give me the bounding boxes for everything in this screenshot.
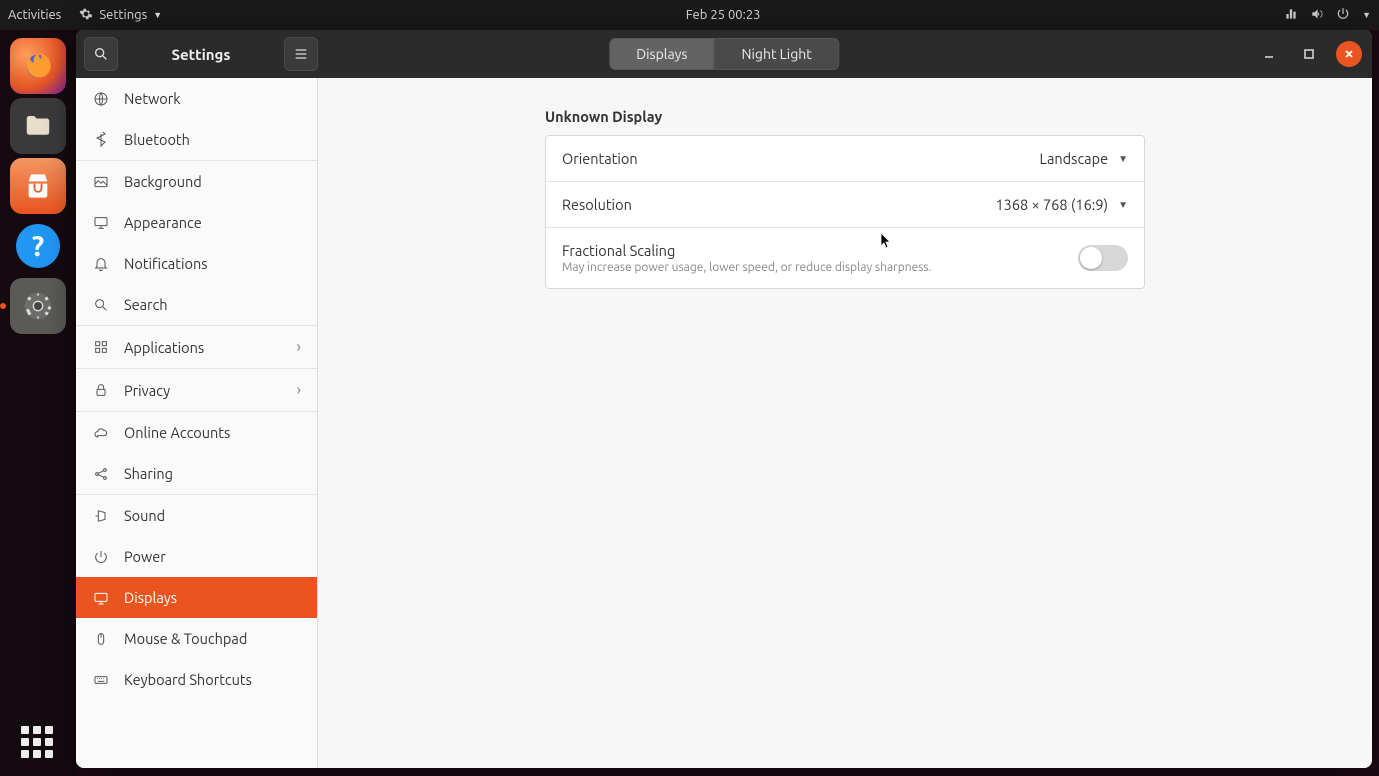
sidebar-item-label: Keyboard Shortcuts (124, 671, 252, 688)
sidebar-item-keyboard[interactable]: Keyboard Shortcuts (76, 659, 317, 700)
sidebar-item-power[interactable]: Power (76, 536, 317, 577)
globe-icon (92, 91, 110, 107)
sidebar-item-mouse[interactable]: Mouse & Touchpad (76, 618, 317, 659)
sidebar-item-label: Sound (124, 507, 165, 524)
tab-night-light[interactable]: Night Light (715, 38, 839, 70)
sidebar-item-label: Search (124, 296, 168, 313)
mouse-icon (92, 631, 110, 647)
search-button[interactable] (84, 37, 118, 71)
bell-icon (92, 256, 110, 272)
sidebar-item-search[interactable]: Search (76, 284, 317, 326)
view-switcher: Displays Night Light (609, 38, 839, 70)
app-menu-label: Settings (99, 8, 147, 22)
fractional-scaling-description: May increase power usage, lower speed, o… (562, 261, 932, 274)
tab-displays[interactable]: Displays (609, 38, 714, 70)
close-button[interactable] (1336, 41, 1362, 67)
power-icon (92, 549, 110, 565)
resolution-label: Resolution (562, 196, 632, 213)
displays-icon (92, 590, 110, 606)
sidebar-item-displays[interactable]: Displays (76, 577, 317, 618)
svg-text:?: ? (32, 231, 44, 262)
background-icon (92, 174, 110, 190)
clock[interactable]: Feb 25 00:23 (162, 8, 1284, 22)
menu-button[interactable] (284, 37, 318, 71)
sidebar-item-label: Network (124, 90, 181, 107)
fractional-scaling-row: Fractional Scaling May increase power us… (546, 228, 1144, 288)
sidebar-item-privacy[interactable]: Privacy › (76, 369, 317, 412)
sidebar-item-label: Notifications (124, 255, 208, 272)
orientation-row[interactable]: Orientation Landscape ▼ (546, 136, 1144, 182)
chevron-down-icon: ▼ (153, 10, 162, 20)
sidebar-item-label: Privacy (124, 382, 170, 399)
gear-icon (79, 7, 93, 24)
dock-app-files[interactable] (10, 98, 66, 154)
display-settings-panel: Orientation Landscape ▼ Resolution 1368 … (545, 135, 1145, 289)
chevron-down-icon: ▼ (1118, 199, 1128, 211)
sharing-icon (92, 466, 110, 482)
chevron-right-icon: › (297, 381, 302, 399)
maximize-button[interactable] (1296, 41, 1322, 67)
fractional-scaling-switch[interactable] (1078, 245, 1128, 271)
sidebar-item-label: Online Accounts (124, 424, 230, 441)
volume-icon[interactable] (1310, 7, 1324, 24)
lock-icon (92, 382, 110, 398)
activities-button[interactable]: Activities (8, 8, 61, 22)
sidebar-item-label: Appearance (124, 214, 202, 231)
app-menu-button[interactable]: Settings ▼ (79, 7, 162, 24)
fractional-scaling-label: Fractional Scaling (562, 242, 932, 259)
dock-app-help[interactable]: ? (10, 218, 66, 274)
keyboard-icon (92, 672, 110, 688)
resolution-row[interactable]: Resolution 1368 × 768 (16:9) ▼ (546, 182, 1144, 228)
sidebar-item-label: Power (124, 548, 166, 565)
bluetooth-icon (92, 132, 110, 148)
chevron-down-icon[interactable]: ▼ (1362, 10, 1371, 20)
dock-app-firefox[interactable] (10, 38, 66, 94)
search-icon (93, 46, 109, 62)
power-icon[interactable] (1336, 7, 1350, 24)
sidebar-item-online-accounts[interactable]: Online Accounts (76, 412, 317, 453)
dock: ? (0, 30, 76, 776)
activities-label: Activities (8, 8, 61, 22)
settings-window: Settings Displays Night Light Network Bl… (76, 30, 1372, 768)
search-icon (92, 297, 110, 313)
hamburger-icon (293, 46, 309, 62)
orientation-label: Orientation (562, 150, 638, 167)
dock-app-settings[interactable] (10, 278, 66, 334)
sidebar-item-notifications[interactable]: Notifications (76, 243, 317, 284)
appearance-icon (92, 215, 110, 231)
sidebar-item-network[interactable]: Network (76, 78, 317, 119)
sidebar-item-label: Mouse & Touchpad (124, 630, 247, 647)
minimize-button[interactable] (1256, 41, 1282, 67)
show-applications-button[interactable] (21, 726, 55, 760)
content-area: Unknown Display Orientation Landscape ▼ … (318, 78, 1372, 768)
applications-icon (92, 339, 110, 355)
dock-app-software[interactable] (10, 158, 66, 214)
sidebar-item-background[interactable]: Background (76, 161, 317, 202)
sidebar-item-label: Sharing (124, 465, 173, 482)
sidebar-item-bluetooth[interactable]: Bluetooth (76, 119, 317, 161)
sidebar-item-appearance[interactable]: Appearance (76, 202, 317, 243)
sidebar-item-label: Displays (124, 589, 177, 606)
sidebar-item-label: Background (124, 173, 202, 190)
chevron-right-icon: › (297, 338, 302, 356)
sound-icon (92, 508, 110, 524)
resolution-value: 1368 × 768 (16:9) (995, 196, 1108, 213)
cloud-icon (92, 425, 110, 441)
top-bar: Activities Settings ▼ Feb 25 00:23 ▼ (0, 0, 1379, 30)
sidebar-item-sharing[interactable]: Sharing (76, 453, 317, 495)
network-icon[interactable] (1284, 7, 1298, 24)
titlebar: Settings Displays Night Light (76, 30, 1372, 78)
sidebar: Network Bluetooth Background Appearance … (76, 78, 318, 768)
sidebar-item-label: Applications (124, 339, 204, 356)
orientation-value: Landscape (1040, 150, 1109, 167)
window-title: Settings (126, 46, 276, 63)
chevron-down-icon: ▼ (1118, 153, 1128, 165)
sidebar-item-label: Bluetooth (124, 131, 190, 148)
display-name-heading: Unknown Display (545, 108, 1145, 125)
sidebar-item-sound[interactable]: Sound (76, 495, 317, 536)
sidebar-item-applications[interactable]: Applications › (76, 326, 317, 369)
